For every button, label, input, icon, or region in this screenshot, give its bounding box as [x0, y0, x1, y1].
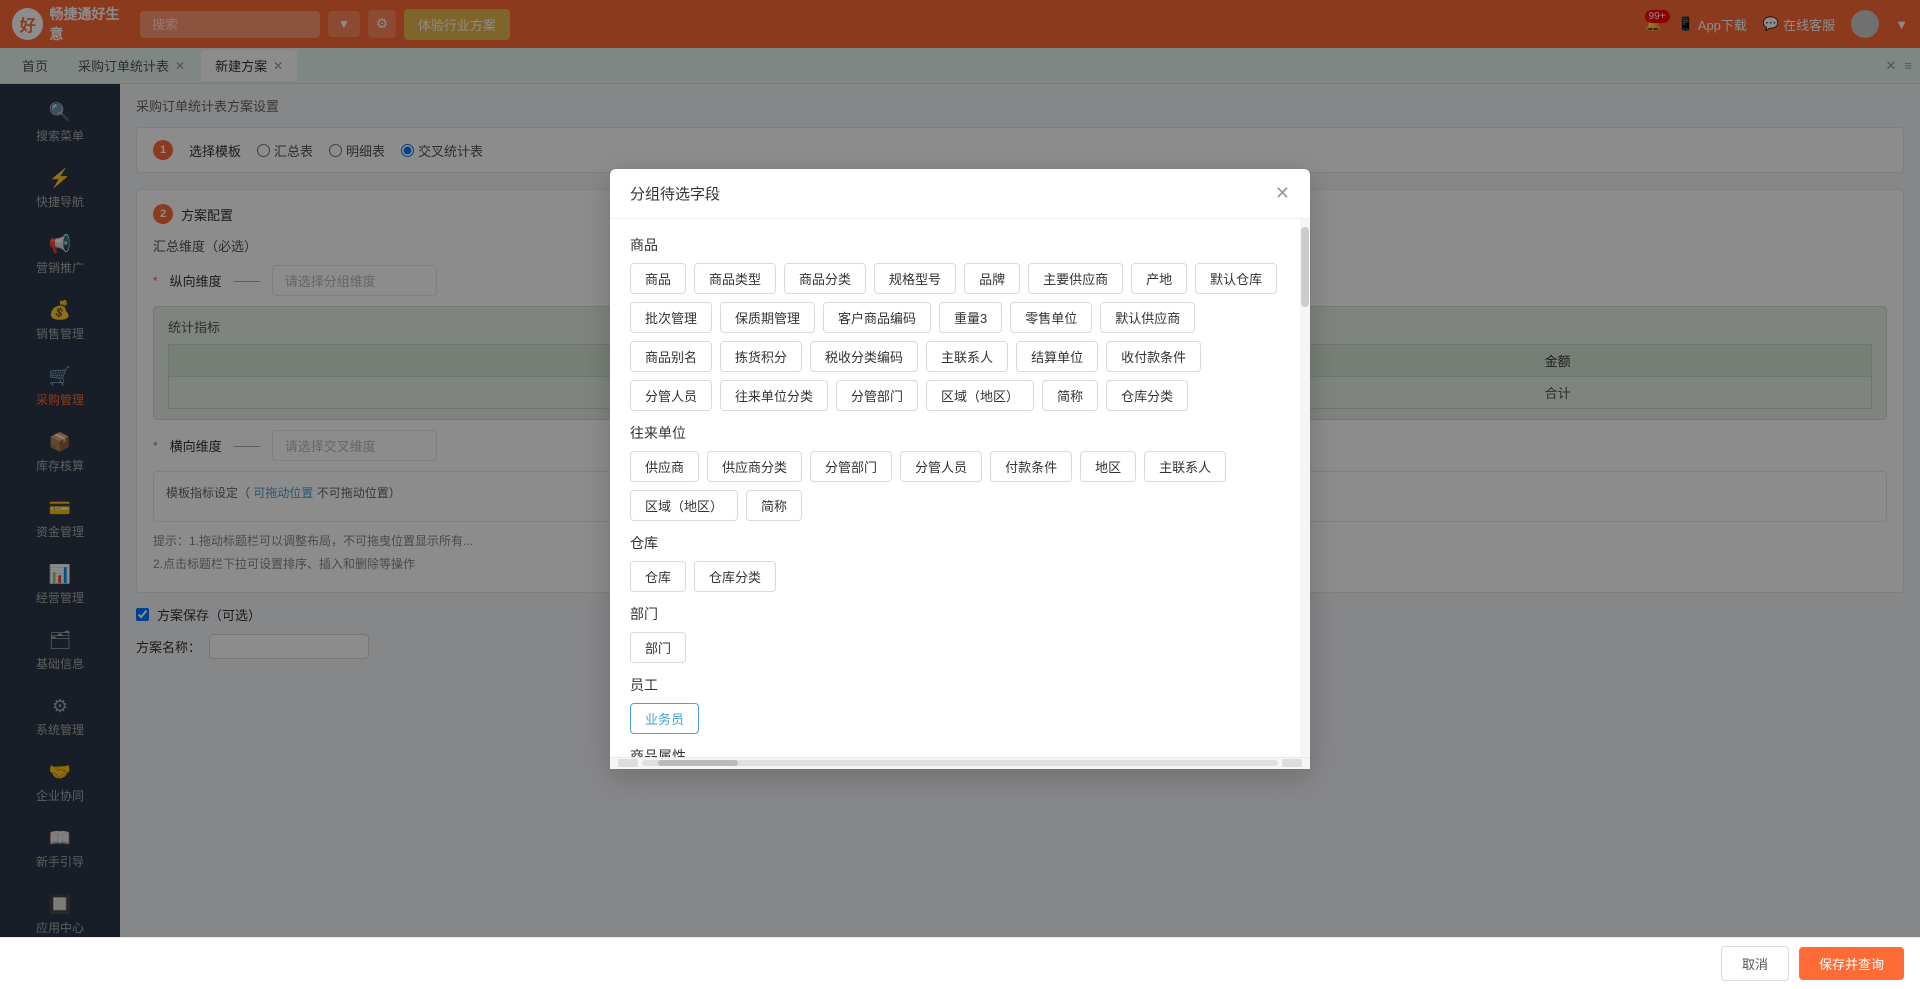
chip-manager-staff[interactable]: 分管人员 [630, 380, 712, 411]
save-query-button[interactable]: 保存并查询 [1799, 947, 1904, 980]
chip-product-alias[interactable]: 商品别名 [630, 341, 712, 372]
hscroll-track [642, 760, 1278, 766]
chip-partner-category[interactable]: 往来单位分类 [720, 380, 828, 411]
section-title-dept: 部门 [630, 604, 1280, 624]
section-title-partner: 往来单位 [630, 423, 1280, 443]
hscroll-thumb [658, 760, 738, 766]
chip-default-warehouse[interactable]: 默认仓库 [1195, 263, 1277, 294]
partner-fields: 供应商 供应商分类 分管部门 分管人员 付款条件 地区 主联系人 区域（地区） … [630, 451, 1280, 521]
chip-warehouse-category-product[interactable]: 仓库分类 [1106, 380, 1188, 411]
product-fields: 商品 商品类型 商品分类 规格型号 品牌 主要供应商 产地 默认仓库 批次管理 … [630, 263, 1280, 411]
cancel-button[interactable]: 取消 [1721, 946, 1789, 981]
warehouse-fields: 仓库 仓库分类 [630, 561, 1280, 592]
chip-warehouse-category[interactable]: 仓库分类 [694, 561, 776, 592]
chip-manage-dept[interactable]: 分管部门 [836, 380, 918, 411]
chip-region-product[interactable]: 区域（地区） [926, 380, 1034, 411]
chip-settlement-unit[interactable]: 结算单位 [1016, 341, 1098, 372]
chip-expiry-manage[interactable]: 保质期管理 [720, 302, 815, 333]
chip-salesperson[interactable]: 业务员 [630, 703, 699, 734]
chip-payment-terms[interactable]: 收付款条件 [1106, 341, 1201, 372]
field-select-modal: 分组待选字段 ✕ 商品 商品 商品类型 商品分类 规格型号 品牌 主要供应商 产… [610, 169, 1310, 769]
section-title-product-attr: 商品属性 [630, 746, 1280, 757]
hscroll-right-arrow [1282, 759, 1302, 767]
chip-manage-dept-partner[interactable]: 分管部门 [810, 451, 892, 482]
modal-hscroll[interactable] [610, 757, 1310, 769]
chip-spec-model[interactable]: 规格型号 [874, 263, 956, 294]
chip-supplier-category[interactable]: 供应商分类 [707, 451, 802, 482]
chip-pick-score[interactable]: 拣货积分 [720, 341, 802, 372]
chip-product[interactable]: 商品 [630, 263, 686, 294]
dept-fields: 部门 [630, 632, 1280, 663]
section-title-warehouse: 仓库 [630, 533, 1280, 553]
chip-short-name-partner[interactable]: 简称 [746, 490, 802, 521]
modal-scrollbar[interactable] [1300, 219, 1310, 757]
chip-main-contact[interactable]: 主联系人 [926, 341, 1008, 372]
section-title-product: 商品 [630, 235, 1280, 255]
chip-region2-partner[interactable]: 区域（地区） [630, 490, 738, 521]
chip-dept[interactable]: 部门 [630, 632, 686, 663]
chip-main-contact-partner[interactable]: 主联系人 [1144, 451, 1226, 482]
chip-main-supplier[interactable]: 主要供应商 [1028, 263, 1123, 294]
chip-region-partner[interactable]: 地区 [1080, 451, 1136, 482]
chip-supplier[interactable]: 供应商 [630, 451, 699, 482]
chip-manage-staff-partner[interactable]: 分管人员 [900, 451, 982, 482]
chip-origin[interactable]: 产地 [1131, 263, 1187, 294]
staff-fields: 业务员 [630, 703, 1280, 734]
chip-tax-code[interactable]: 税收分类编码 [810, 341, 918, 372]
bottom-bar: 取消 保存并查询 [0, 937, 1920, 989]
modal-close-icon[interactable]: ✕ [1275, 184, 1290, 202]
modal-title: 分组待选字段 [630, 183, 720, 204]
chip-payment-terms-partner[interactable]: 付款条件 [990, 451, 1072, 482]
chip-warehouse[interactable]: 仓库 [630, 561, 686, 592]
chip-batch-manage[interactable]: 批次管理 [630, 302, 712, 333]
modal-overlay: 分组待选字段 ✕ 商品 商品 商品类型 商品分类 规格型号 品牌 主要供应商 产… [0, 0, 1920, 937]
section-title-staff: 员工 [630, 675, 1280, 695]
chip-retail-unit[interactable]: 零售单位 [1010, 302, 1092, 333]
modal-header: 分组待选字段 ✕ [610, 169, 1310, 219]
chip-product-category[interactable]: 商品分类 [784, 263, 866, 294]
chip-brand[interactable]: 品牌 [964, 263, 1020, 294]
modal-body: 商品 商品 商品类型 商品分类 规格型号 品牌 主要供应商 产地 默认仓库 批次… [610, 219, 1300, 757]
hscroll-left-arrow [618, 759, 638, 767]
chip-default-supplier[interactable]: 默认供应商 [1100, 302, 1195, 333]
chip-product-type[interactable]: 商品类型 [694, 263, 776, 294]
chip-customer-code[interactable]: 客户商品编码 [823, 302, 931, 333]
chip-short-name-product[interactable]: 简称 [1042, 380, 1098, 411]
modal-scrollbar-thumb [1301, 227, 1309, 307]
chip-weight3[interactable]: 重量3 [939, 302, 1002, 333]
